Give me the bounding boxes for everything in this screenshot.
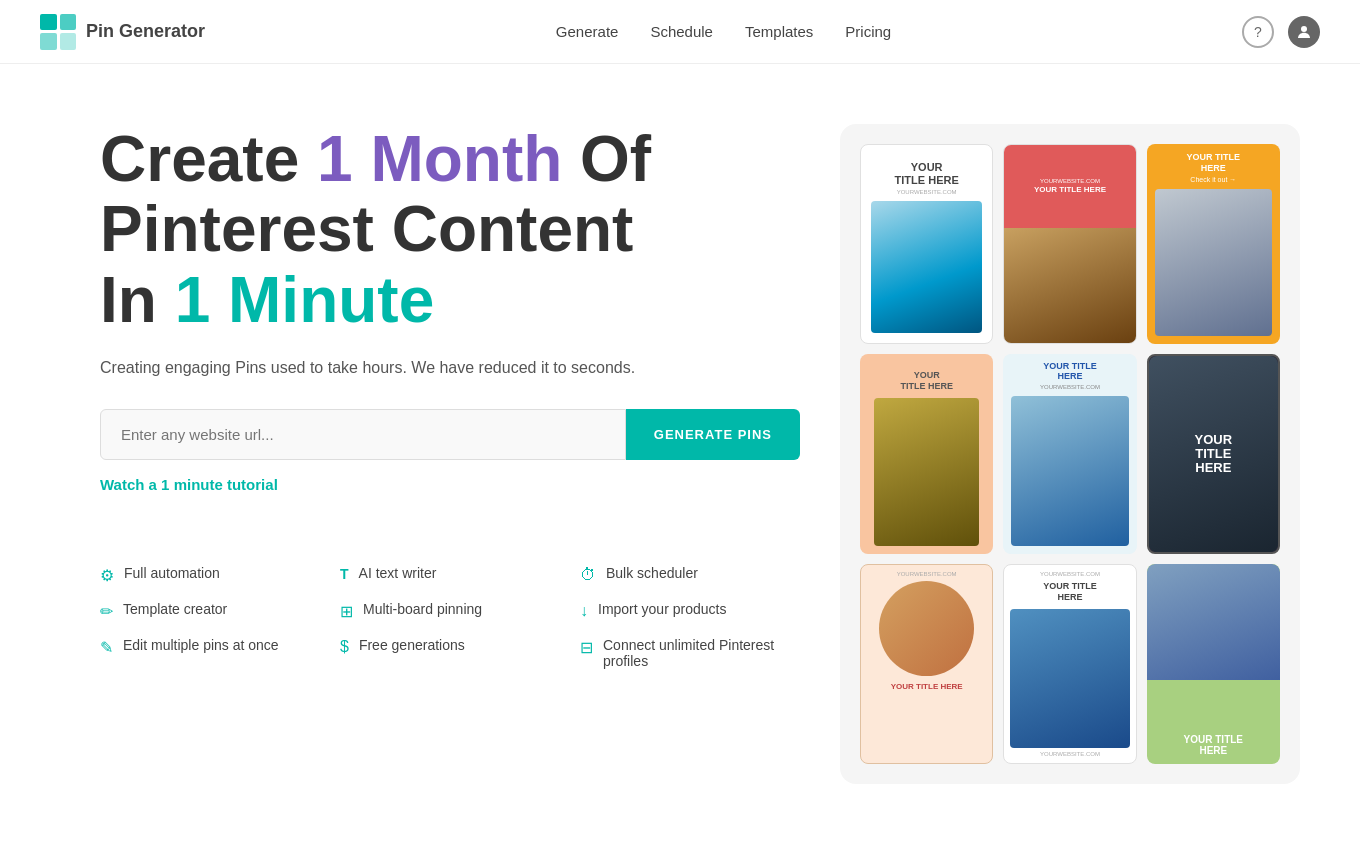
pin-3-image [1155,189,1272,336]
feature-label-scheduler: Bulk scheduler [606,565,698,581]
feature-full-automation: ⚙ Full automation [100,565,320,585]
pin-1-url: YOURWEBSITE.COM [897,189,957,195]
edit-icon: ✎ [100,638,113,657]
free-icon: $ [340,638,349,656]
feature-connect-profiles: ⊟ Connect unlimited Pinterest profiles [580,637,800,669]
pin-7-image [879,581,974,676]
features-grid: ⚙ Full automation T AI text writer ⏱ Bul… [100,565,800,669]
nav-templates[interactable]: Templates [745,23,813,40]
nav-icons: ? [1242,16,1320,48]
pin-5-url: YOURWEBSITE.COM [1040,384,1100,390]
pin-2-url: YOURWEBSITE.COM [1040,178,1100,184]
navbar: Pin Generator Generate Schedule Template… [0,0,1360,64]
pin-card-6: YOURTITLEHERE [1147,354,1280,554]
pin-2-image [1004,228,1135,343]
feature-import-products: ↓ Import your products [580,601,800,621]
hero-highlight-1month: 1 Month [317,123,562,195]
pin-card-7: YOURWEBSITE.COM YOUR TITLE HERE [860,564,993,764]
nav-generate[interactable]: Generate [556,23,619,40]
feature-multi-board: ⊞ Multi-board pinning [340,601,560,621]
scheduler-icon: ⏱ [580,566,596,584]
pin-card-9: YOUR TITLEHERE [1147,564,1280,764]
pin-card-5: YOUR TITLEHERE YOURWEBSITE.COM [1003,354,1136,554]
multi-board-icon: ⊞ [340,602,353,621]
pin-3-title: YOUR TITLEHERE [1187,152,1241,174]
pin-6-title: YOURTITLEHERE [1195,433,1233,476]
logo-icon [40,14,76,50]
feature-edit-multiple: ✎ Edit multiple pins at once [100,637,320,669]
pin-7-url: YOURWEBSITE.COM [897,571,957,577]
feature-template-creator: ✏ Template creator [100,601,320,621]
pin-grid-container: YOURTITLE HERE YOURWEBSITE.COM YOURWEBSI… [840,124,1300,784]
pin-8-title: YOUR TITLEHERE [1043,581,1097,603]
generate-pins-button[interactable]: GENERATE PINS [626,409,800,460]
help-button[interactable]: ? [1242,16,1274,48]
feature-label-import: Import your products [598,601,726,617]
pin-grid: YOURTITLE HERE YOURWEBSITE.COM YOURWEBSI… [860,144,1280,764]
pin-9-image [1147,564,1280,680]
hero-title-part1: Create [100,123,317,195]
import-icon: ↓ [580,602,588,620]
pin-4-image [874,398,980,546]
svg-point-0 [1301,26,1307,32]
feature-label-edit: Edit multiple pins at once [123,637,279,653]
pin-7-title: YOUR TITLE HERE [891,682,963,692]
pin-2-title: YOUR TITLE HERE [1034,186,1106,195]
pin-card-3: YOUR TITLEHERE Check it out → [1147,144,1280,344]
pin-card-4: YOURTITLE HERE [860,354,993,554]
pin-5-title: YOUR TITLEHERE [1043,362,1097,382]
main-content: Create 1 Month OfPinterest ContentIn 1 M… [0,64,1360,824]
template-icon: ✏ [100,602,113,621]
pin-card-1: YOURTITLE HERE YOURWEBSITE.COM [860,144,993,344]
feature-label-automation: Full automation [124,565,220,581]
ai-text-icon: T [340,566,349,582]
connect-icon: ⊟ [580,638,593,657]
hero-title: Create 1 Month OfPinterest ContentIn 1 M… [100,124,800,335]
website-url-input[interactable] [100,409,626,460]
pin-5-image [1011,396,1128,546]
pin-8-url-top: YOURWEBSITE.COM [1040,571,1100,577]
right-section: YOURTITLE HERE YOURWEBSITE.COM YOURWEBSI… [840,124,1300,784]
brand-name: Pin Generator [86,21,205,42]
feature-label-ai: AI text writer [359,565,437,581]
pin-card-8: YOURWEBSITE.COM YOUR TITLEHERE YOURWEBSI… [1003,564,1136,764]
pin-card-2: YOURWEBSITE.COM YOUR TITLE HERE [1003,144,1136,344]
feature-label-multiboard: Multi-board pinning [363,601,482,617]
logo[interactable]: Pin Generator [40,14,205,50]
pin-3-cta: Check it out → [1190,176,1236,183]
automation-icon: ⚙ [100,566,114,585]
pin-9-title: YOUR TITLEHERE [1184,734,1243,756]
feature-label-free: Free generations [359,637,465,653]
feature-free-generations: $ Free generations [340,637,560,669]
pin-8-image [1010,609,1129,748]
nav-links: Generate Schedule Templates Pricing [556,23,891,40]
pin-1-title: YOURTITLE HERE [895,161,959,187]
feature-label-template: Template creator [123,601,227,617]
pin-1-image [871,201,982,333]
pin-8-url-bottom: YOURWEBSITE.COM [1040,751,1100,757]
hero-highlight-1minute: 1 Minute [175,264,435,336]
tutorial-link[interactable]: Watch a 1 minute tutorial [100,476,278,493]
pin-2-top: YOURWEBSITE.COM YOUR TITLE HERE [1004,145,1135,228]
user-avatar[interactable] [1288,16,1320,48]
nav-pricing[interactable]: Pricing [845,23,891,40]
nav-schedule[interactable]: Schedule [650,23,713,40]
pin-4-title: YOURTITLE HERE [900,370,953,392]
feature-label-connect: Connect unlimited Pinterest profiles [603,637,800,669]
feature-bulk-scheduler: ⏱ Bulk scheduler [580,565,800,585]
left-section: Create 1 Month OfPinterest ContentIn 1 M… [100,124,800,669]
url-input-row: GENERATE PINS [100,409,800,460]
hero-subtitle: Creating engaging Pins used to take hour… [100,359,800,377]
feature-ai-text: T AI text writer [340,565,560,585]
